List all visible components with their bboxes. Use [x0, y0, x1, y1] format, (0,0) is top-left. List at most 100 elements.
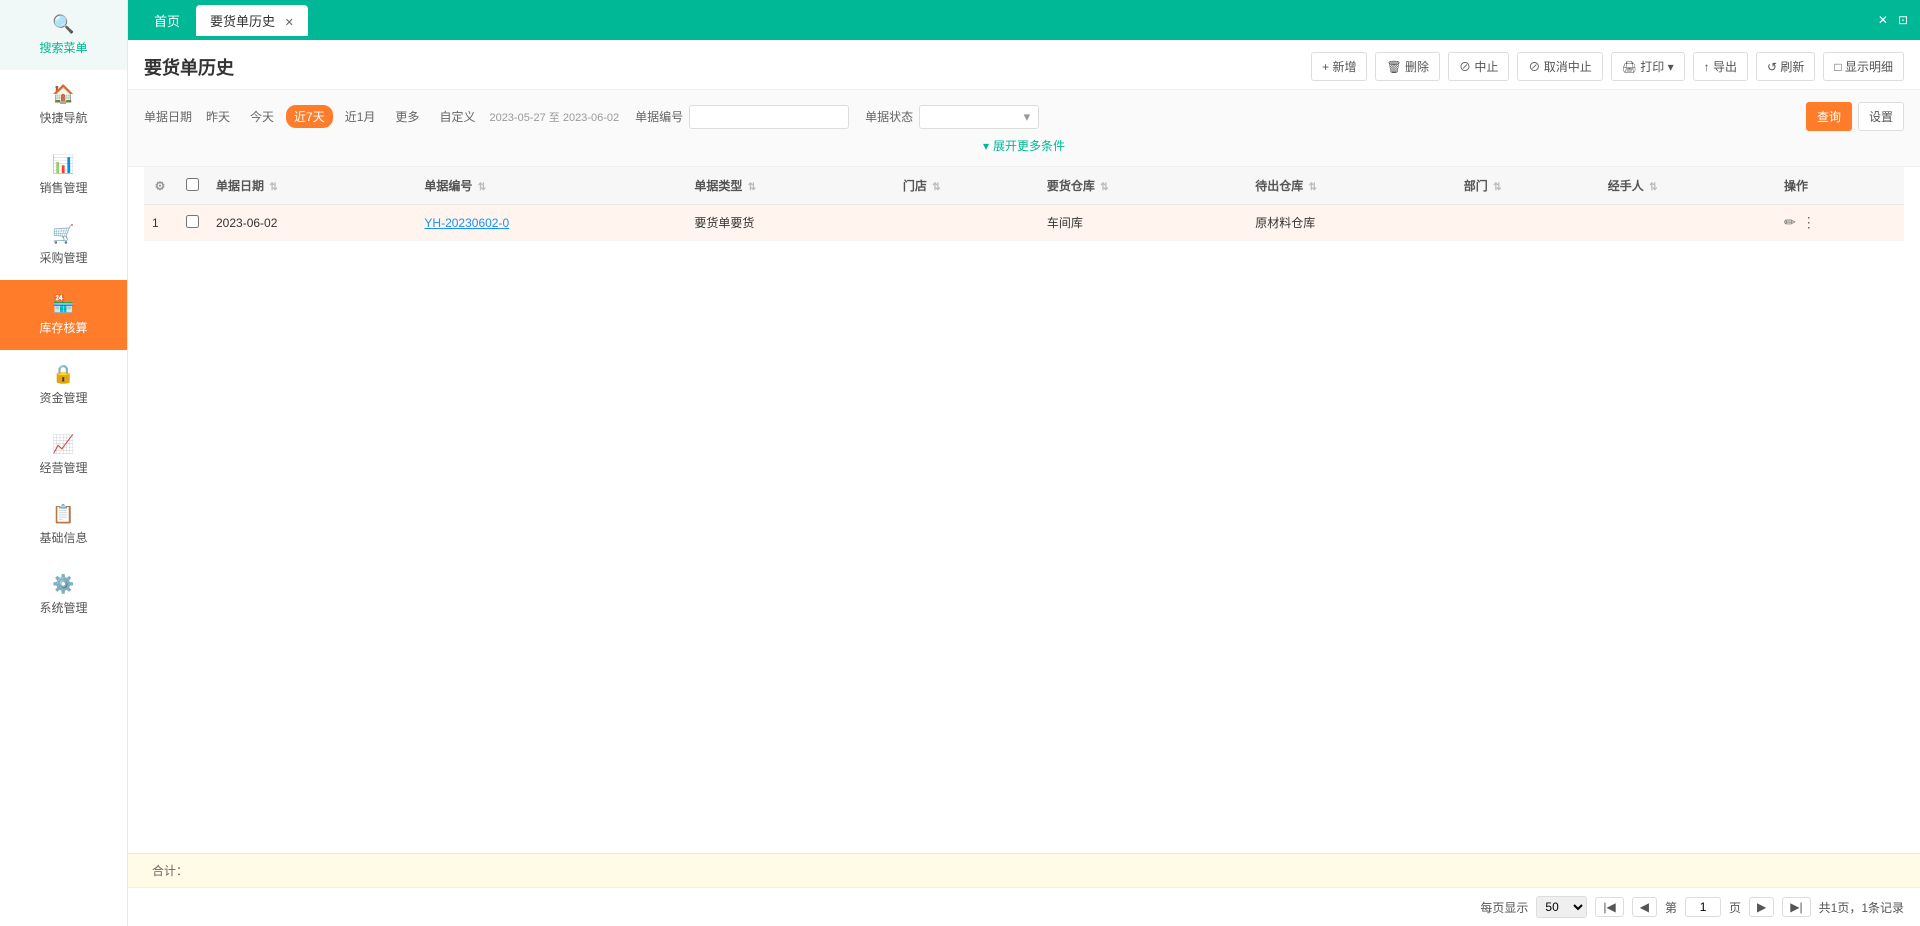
bill-number-filter: 单据编号: [635, 105, 849, 129]
chevron-down-expand-icon: ▾: [983, 139, 989, 153]
query-button[interactable]: 查询: [1806, 102, 1852, 131]
date-btn-last1month[interactable]: 近1月: [337, 105, 384, 128]
sort-handler-icon[interactable]: ⇅: [1649, 182, 1657, 193]
bill-no-link[interactable]: YH-20230602-0: [424, 216, 509, 230]
sidebar-item-inventory[interactable]: 🏪 库存核算: [0, 280, 127, 350]
sort-billno-icon[interactable]: ⇅: [478, 182, 486, 193]
col-bill-no: 单据编号 ⇅: [416, 167, 686, 205]
table-body: 1 2023-06-02 YH-20230602-0 要货单要货 车间库 原材料…: [144, 205, 1904, 241]
col-req-warehouse: 要货仓库 ⇅: [1039, 167, 1247, 205]
col-bill-type: 单据类型 ⇅: [686, 167, 894, 205]
page-label-after: 页: [1729, 899, 1741, 916]
sidebar-item-purchase[interactable]: 🛒 采购管理: [0, 210, 127, 280]
row-more-icon[interactable]: ⋮: [1802, 214, 1816, 231]
page-first-button[interactable]: |◀: [1595, 897, 1623, 917]
row-operations: ✏ ⋮: [1776, 205, 1904, 241]
col-handler: 经手人 ⇅: [1600, 167, 1776, 205]
date-btn-more[interactable]: 更多: [387, 105, 427, 128]
search-menu-icon: 🔍: [52, 14, 74, 35]
sidebar-item-sales[interactable]: 📊 销售管理: [0, 140, 127, 210]
finance-icon: 🔒: [52, 364, 74, 385]
display-detail-button[interactable]: □ 显示明细: [1823, 52, 1904, 81]
date-btn-today[interactable]: 今天: [242, 105, 282, 128]
row-index: 1: [144, 205, 176, 241]
sidebar-label-search: 搜索菜单: [39, 39, 87, 56]
row-bill-type: 要货单要货: [686, 205, 894, 241]
window-close-button[interactable]: ✕: [1878, 13, 1888, 27]
sidebar-label-system: 系统管理: [39, 599, 87, 616]
sales-icon: 📊: [52, 154, 74, 175]
page-title: 要货单历史: [144, 54, 234, 80]
sidebar-item-system[interactable]: ⚙️ 系统管理: [0, 560, 127, 630]
sort-department-icon[interactable]: ⇅: [1493, 182, 1501, 193]
page-last-button[interactable]: ▶|: [1782, 897, 1810, 917]
row-store: [895, 205, 1039, 241]
sidebar-label-operation: 经营管理: [39, 459, 87, 476]
sort-store-icon[interactable]: ⇅: [932, 182, 940, 193]
row-handler: [1600, 205, 1776, 241]
add-button[interactable]: + 新增: [1311, 52, 1367, 81]
cancel-stop-button[interactable]: ⊘ 取消中止: [1517, 52, 1602, 81]
sidebar-item-search[interactable]: 🔍 搜索菜单: [0, 0, 127, 70]
tab-requisition-history[interactable]: 要货单历史 ✕: [196, 5, 308, 36]
tab-home[interactable]: 首页: [140, 5, 194, 36]
stop-button[interactable]: ⊘ 中止: [1448, 52, 1509, 81]
row-edit-icon[interactable]: ✏: [1784, 214, 1796, 231]
col-store: 门店 ⇅: [895, 167, 1039, 205]
date-btn-custom[interactable]: 自定义: [431, 105, 483, 128]
sort-billtype-icon[interactable]: ⇅: [748, 182, 756, 193]
print-button[interactable]: 🖨 打印 ▾: [1611, 52, 1685, 81]
export-button[interactable]: ↑ 导出: [1693, 52, 1748, 81]
row-date: 2023-06-02: [208, 205, 416, 241]
page-content: 要货单历史 + 新增 🗑 删除 ⊘ 中止 ⊘ 取消中止 🖨 打印 ▾ ↑ 导出 …: [128, 40, 1920, 926]
col-operation: 操作: [1776, 167, 1904, 205]
table-footer: 合计：: [128, 853, 1920, 887]
status-filter: 单据状态 ▾: [865, 105, 1039, 129]
total-info: 共1页，1条记录: [1819, 899, 1904, 916]
sidebar-item-operation[interactable]: 📈 经营管理: [0, 420, 127, 490]
bill-number-input[interactable]: [689, 105, 849, 129]
row-req-warehouse: 车间库: [1039, 205, 1247, 241]
page-number-input[interactable]: [1685, 897, 1721, 917]
row-bill-no: YH-20230602-0: [416, 205, 686, 241]
sidebar-item-basicinfo[interactable]: 📋 基础信息: [0, 490, 127, 560]
settings-col-header[interactable]: ⚙: [144, 167, 176, 205]
checkbox-col-header: [176, 167, 208, 205]
table-area: ⚙ 单据日期 ⇅ 单据编号 ⇅ 单据类型: [128, 167, 1920, 853]
page-prev-button[interactable]: ◀: [1632, 897, 1657, 917]
purchase-icon: 🛒: [52, 224, 74, 245]
page-size-select[interactable]: 50 100 200: [1536, 896, 1587, 918]
filter-row-1: 单据日期 昨天 今天 近7天 近1月 更多 自定义 2023-05-27 至 2…: [144, 102, 1904, 131]
sidebar-label-finance: 资金管理: [39, 389, 87, 406]
tab-close-icon[interactable]: ✕: [285, 17, 294, 29]
table-row: 1 2023-06-02 YH-20230602-0 要货单要货 车间库 原材料…: [144, 205, 1904, 241]
settings-button[interactable]: 设置: [1858, 102, 1904, 131]
topbar: 首页 要货单历史 ✕ ✕ ⊡: [128, 0, 1920, 40]
date-btn-yesterday[interactable]: 昨天: [198, 105, 238, 128]
page-header: 要货单历史 + 新增 🗑 删除 ⊘ 中止 ⊘ 取消中止 🖨 打印 ▾ ↑ 导出 …: [128, 40, 1920, 90]
sidebar-item-finance[interactable]: 🔒 资金管理: [0, 350, 127, 420]
sidebar-item-quicknav[interactable]: 🏠 快捷导航: [0, 70, 127, 140]
home-icon: 🏠: [52, 84, 74, 105]
sort-pendingwarehouse-icon[interactable]: ⇅: [1309, 182, 1317, 193]
delete-button[interactable]: 🗑 删除: [1375, 52, 1440, 81]
basicinfo-icon: 📋: [52, 504, 74, 525]
select-all-checkbox[interactable]: [186, 178, 199, 191]
date-btn-last7days[interactable]: 近7天: [286, 105, 333, 128]
chevron-down-icon: ▾: [1024, 109, 1031, 125]
sort-date-icon[interactable]: ⇅: [269, 182, 277, 193]
page-size-label: 每页显示: [1480, 899, 1528, 916]
filter-area: 单据日期 昨天 今天 近7天 近1月 更多 自定义 2023-05-27 至 2…: [128, 90, 1920, 167]
window-maximize-button[interactable]: ⊡: [1898, 13, 1908, 27]
page-label-before: 第: [1665, 899, 1677, 916]
page-next-button[interactable]: ▶: [1749, 897, 1774, 917]
status-select[interactable]: ▾: [919, 105, 1039, 129]
row-checkbox-cell: [176, 205, 208, 241]
expand-more-button[interactable]: ▾ 展开更多条件: [144, 131, 1904, 154]
refresh-button[interactable]: ↺ 刷新: [1756, 52, 1815, 81]
row-checkbox[interactable]: [186, 215, 199, 228]
sort-reqwarehouse-icon[interactable]: ⇅: [1100, 182, 1108, 193]
pagination-bar: 每页显示 50 100 200 |◀ ◀ 第 页 ▶ ▶| 共1页，1条记录: [128, 887, 1920, 926]
col-pending-warehouse: 待出仓库 ⇅: [1247, 167, 1455, 205]
sidebar-label-purchase: 采购管理: [39, 249, 87, 266]
